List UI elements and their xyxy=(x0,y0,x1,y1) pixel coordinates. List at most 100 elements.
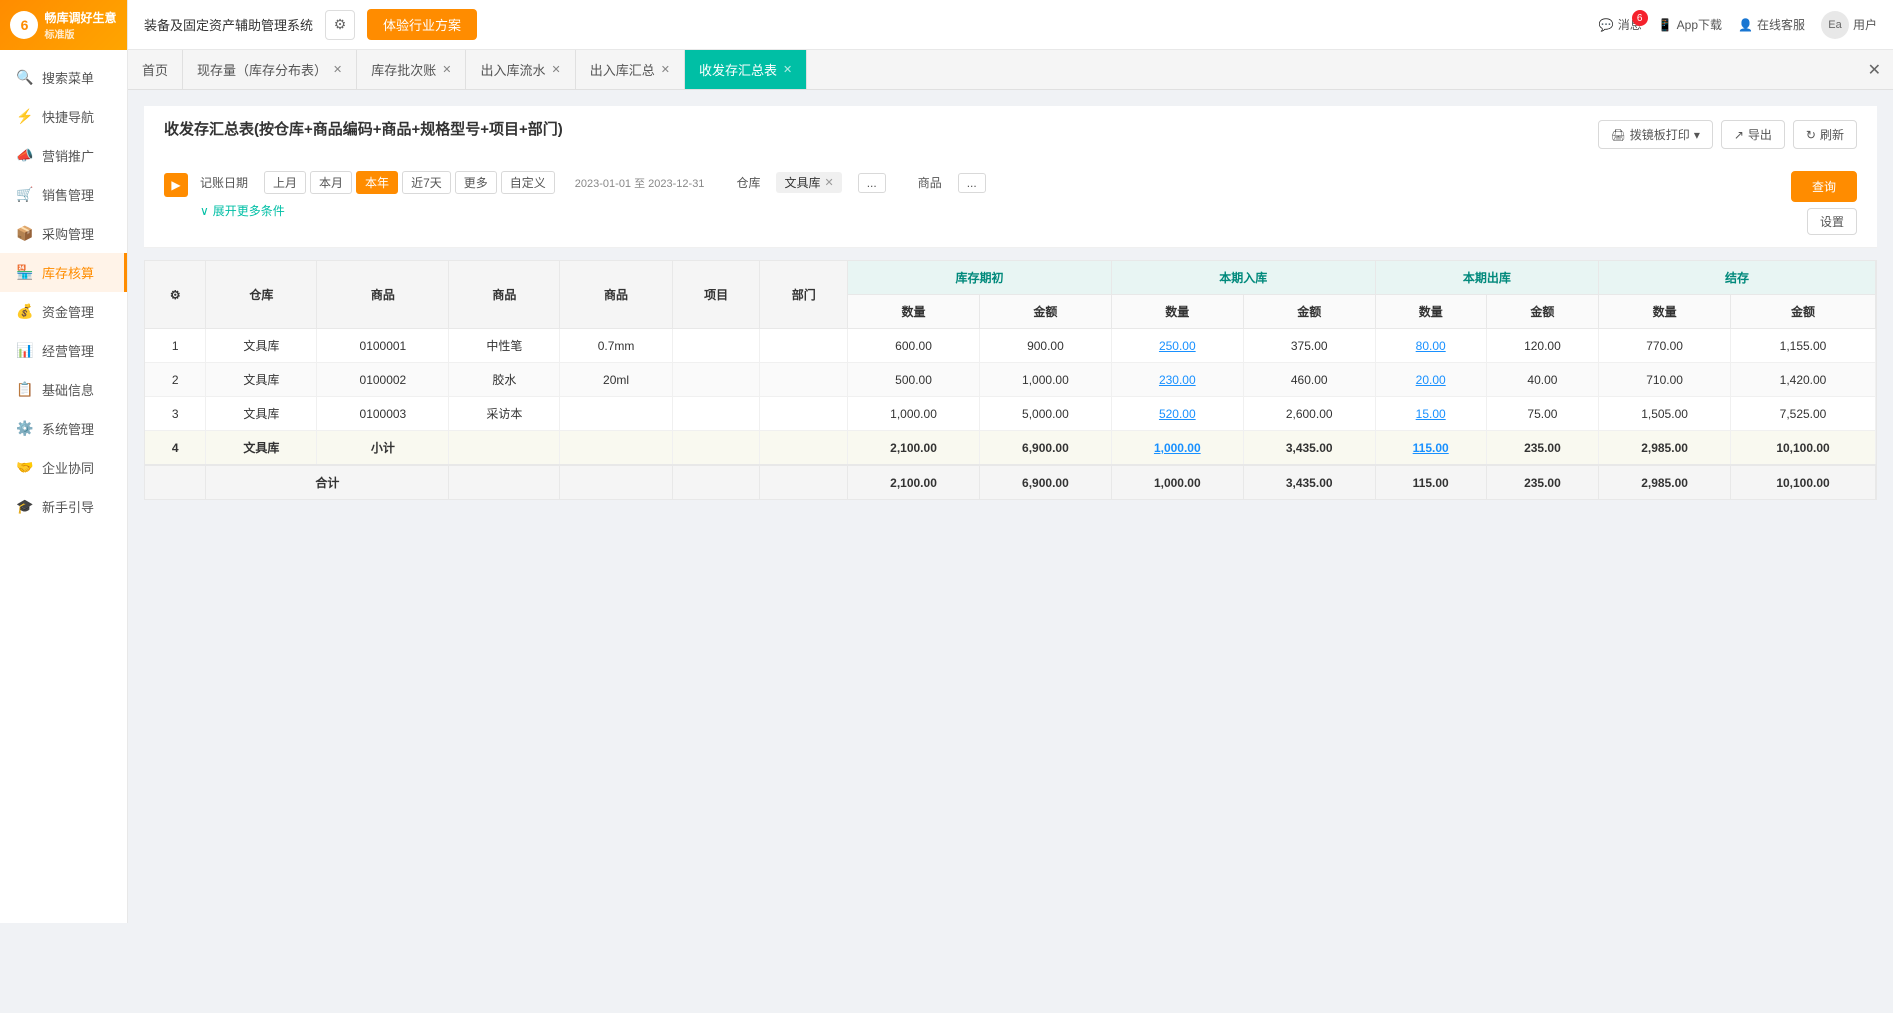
sidebar-item-guide[interactable]: 🎓 新手引导 xyxy=(0,487,127,526)
footer-out-qty: 115.00 xyxy=(1375,465,1486,499)
print-button[interactable]: 🖨 拨镜板打印 ▾ xyxy=(1598,120,1713,149)
try-industry-button[interactable]: 体验行业方案 xyxy=(367,9,477,40)
row1-out-qty[interactable]: 80.00 xyxy=(1375,329,1486,363)
row2-in-qty[interactable]: 230.00 xyxy=(1111,363,1243,397)
sidebar: 6 畅库调好生意 标准版 🔍 搜索菜单 ⚡ 快捷导航 📣 营销推广 🛒 销售管理… xyxy=(0,0,128,923)
row2-project xyxy=(672,363,760,397)
row2-out-amt: 40.00 xyxy=(1486,363,1598,397)
export-icon: ↗ xyxy=(1734,128,1744,142)
row2-out-qty[interactable]: 20.00 xyxy=(1375,363,1486,397)
row2-warehouse: 文具库 xyxy=(206,363,317,397)
sidebar-item-system[interactable]: ⚙️ 系统管理 xyxy=(0,409,127,448)
row2-balance-amt: 1,420.00 xyxy=(1731,363,1876,397)
tab-recv-send[interactable]: 收发存汇总表 ✕ xyxy=(685,50,807,90)
row1-out-amt: 120.00 xyxy=(1486,329,1598,363)
col-project-header: 项目 xyxy=(672,261,760,329)
subtotal-empty4 xyxy=(760,431,848,466)
footer-in-qty: 1,000.00 xyxy=(1111,465,1243,499)
app-download-button[interactable]: 📱 App下载 xyxy=(1658,16,1722,33)
tab-batch-close[interactable]: ✕ xyxy=(442,63,451,76)
online-service-button[interactable]: 👤 在线客服 xyxy=(1738,16,1805,33)
tab-inout-summary[interactable]: 出入库汇总 ✕ xyxy=(576,50,685,90)
row3-in-qty[interactable]: 520.00 xyxy=(1111,397,1243,431)
tab-inout-summary-close[interactable]: ✕ xyxy=(661,63,670,76)
row3-balance-amt: 7,525.00 xyxy=(1731,397,1876,431)
goods-more-button[interactable]: ... xyxy=(958,173,986,193)
filter-toggle-button[interactable]: ▶ xyxy=(164,173,188,197)
footer-opening-qty: 2,100.00 xyxy=(848,465,980,499)
sidebar-item-corp[interactable]: 🤝 企业协同 xyxy=(0,448,127,487)
sidebar-item-inventory[interactable]: 🏪 库存核算 xyxy=(0,253,127,292)
date-range-display: 2023-01-01 至 2023-12-31 xyxy=(575,175,705,191)
date-this-month[interactable]: 本月 xyxy=(310,171,352,194)
row1-department xyxy=(760,329,848,363)
tab-inout-flow[interactable]: 出入库流水 ✕ xyxy=(466,50,575,90)
sidebar-item-sales[interactable]: 🛒 销售管理 xyxy=(0,175,127,214)
col-out-amt-header: 金额 xyxy=(1486,295,1598,329)
tab-inout-flow-close[interactable]: ✕ xyxy=(552,63,561,76)
handshake-icon: 🤝 xyxy=(16,459,34,477)
row2-goods-name: 胶水 xyxy=(449,363,560,397)
tab-batch[interactable]: 库存批次账 ✕ xyxy=(357,50,466,90)
col-opening-group-header: 库存期初 xyxy=(848,261,1112,295)
date-custom[interactable]: 自定义 xyxy=(501,171,555,194)
settings-button[interactable]: 设置 xyxy=(1807,208,1857,235)
header-left: 装备及固定资产辅助管理系统 ⚙ 体验行业方案 xyxy=(144,9,477,40)
tab-stock[interactable]: 现存量（库存分布表） ✕ xyxy=(183,50,357,90)
date-7days[interactable]: 近7天 xyxy=(402,171,451,194)
query-button[interactable]: 查询 xyxy=(1791,171,1857,202)
expand-row: ∨ 展开更多条件 xyxy=(200,202,1779,219)
subtotal-in-qty[interactable]: 1,000.00 xyxy=(1111,431,1243,466)
col-settings-icon-header[interactable]: ⚙ xyxy=(145,261,206,329)
table-footer-row: 合计 2,100.00 6,900.00 1,000.00 3,435.00 1… xyxy=(145,465,1876,499)
refresh-button[interactable]: ↻ 刷新 xyxy=(1793,120,1857,149)
sidebar-item-quick[interactable]: ⚡ 快捷导航 xyxy=(0,97,127,136)
user-menu-button[interactable]: Ea 用户 xyxy=(1821,11,1877,39)
table-row: 3 文具库 0100003 采访本 1,000.00 5,000.00 520.… xyxy=(145,397,1876,431)
sidebar-item-search[interactable]: 🔍 搜索菜单 xyxy=(0,58,127,97)
sidebar-item-finance[interactable]: 💰 资金管理 xyxy=(0,292,127,331)
expand-conditions-button[interactable]: ∨ 展开更多条件 xyxy=(200,202,1779,219)
col-department-header: 部门 xyxy=(760,261,848,329)
export-button[interactable]: ↗ 导出 xyxy=(1721,120,1785,149)
sidebar-item-basic[interactable]: 📋 基础信息 xyxy=(0,370,127,409)
col-goods-code-header: 商品 xyxy=(317,261,449,329)
tab-stock-close[interactable]: ✕ xyxy=(333,63,342,76)
data-table-container: ⚙ 仓库 商品 商品 商品 项目 部门 库存期初 本期入库 本期出库 结存 数量… xyxy=(144,260,1877,500)
graduation-icon: 🎓 xyxy=(16,498,34,516)
subtotal-empty2 xyxy=(560,431,672,466)
app-name: 畅库调好生意 xyxy=(44,9,116,26)
date-more[interactable]: 更多 xyxy=(455,171,497,194)
row1-balance-amt: 1,155.00 xyxy=(1731,329,1876,363)
tab-recv-send-close[interactable]: ✕ xyxy=(783,63,792,76)
subtotal-in-amt: 3,435.00 xyxy=(1243,431,1375,466)
date-this-year[interactable]: 本年 xyxy=(356,171,398,194)
sidebar-item-marketing[interactable]: 📣 营销推广 xyxy=(0,136,127,175)
tab-home[interactable]: 首页 xyxy=(128,50,183,90)
page-actions: 🖨 拨镜板打印 ▾ ↗ 导出 ↻ 刷新 xyxy=(1598,120,1857,149)
sidebar-item-purchase[interactable]: 📦 采购管理 xyxy=(0,214,127,253)
row1-in-qty[interactable]: 250.00 xyxy=(1111,329,1243,363)
date-prev-month[interactable]: 上月 xyxy=(264,171,306,194)
row3-project xyxy=(672,397,760,431)
warehouse-tag-close[interactable]: ✕ xyxy=(824,176,833,189)
messages-button[interactable]: 💬 消息 6 xyxy=(1599,16,1642,33)
box-icon: 📦 xyxy=(16,225,34,243)
col-balance-amt-header: 金额 xyxy=(1731,295,1876,329)
store-icon: 🏪 xyxy=(16,264,34,282)
row3-goods-code: 0100003 xyxy=(317,397,449,431)
system-settings-button[interactable]: ⚙ xyxy=(325,10,355,40)
subtotal-out-qty[interactable]: 115.00 xyxy=(1375,431,1486,466)
tab-bar-close-all[interactable]: ✕ xyxy=(1856,60,1893,80)
subtotal-label: 小计 xyxy=(317,431,449,466)
sidebar-item-operation[interactable]: 📊 经营管理 xyxy=(0,331,127,370)
footer-empty4 xyxy=(672,465,760,499)
row3-goods-spec xyxy=(560,397,672,431)
warehouse-more-button[interactable]: ... xyxy=(858,173,886,193)
row2-balance-qty: 710.00 xyxy=(1599,363,1731,397)
row3-in-amt: 2,600.00 xyxy=(1243,397,1375,431)
row3-out-qty[interactable]: 15.00 xyxy=(1375,397,1486,431)
search-icon: 🔍 xyxy=(16,69,34,87)
print-icon: 🖨 xyxy=(1611,128,1626,142)
chevron-down-expand-icon: ∨ xyxy=(200,204,209,218)
